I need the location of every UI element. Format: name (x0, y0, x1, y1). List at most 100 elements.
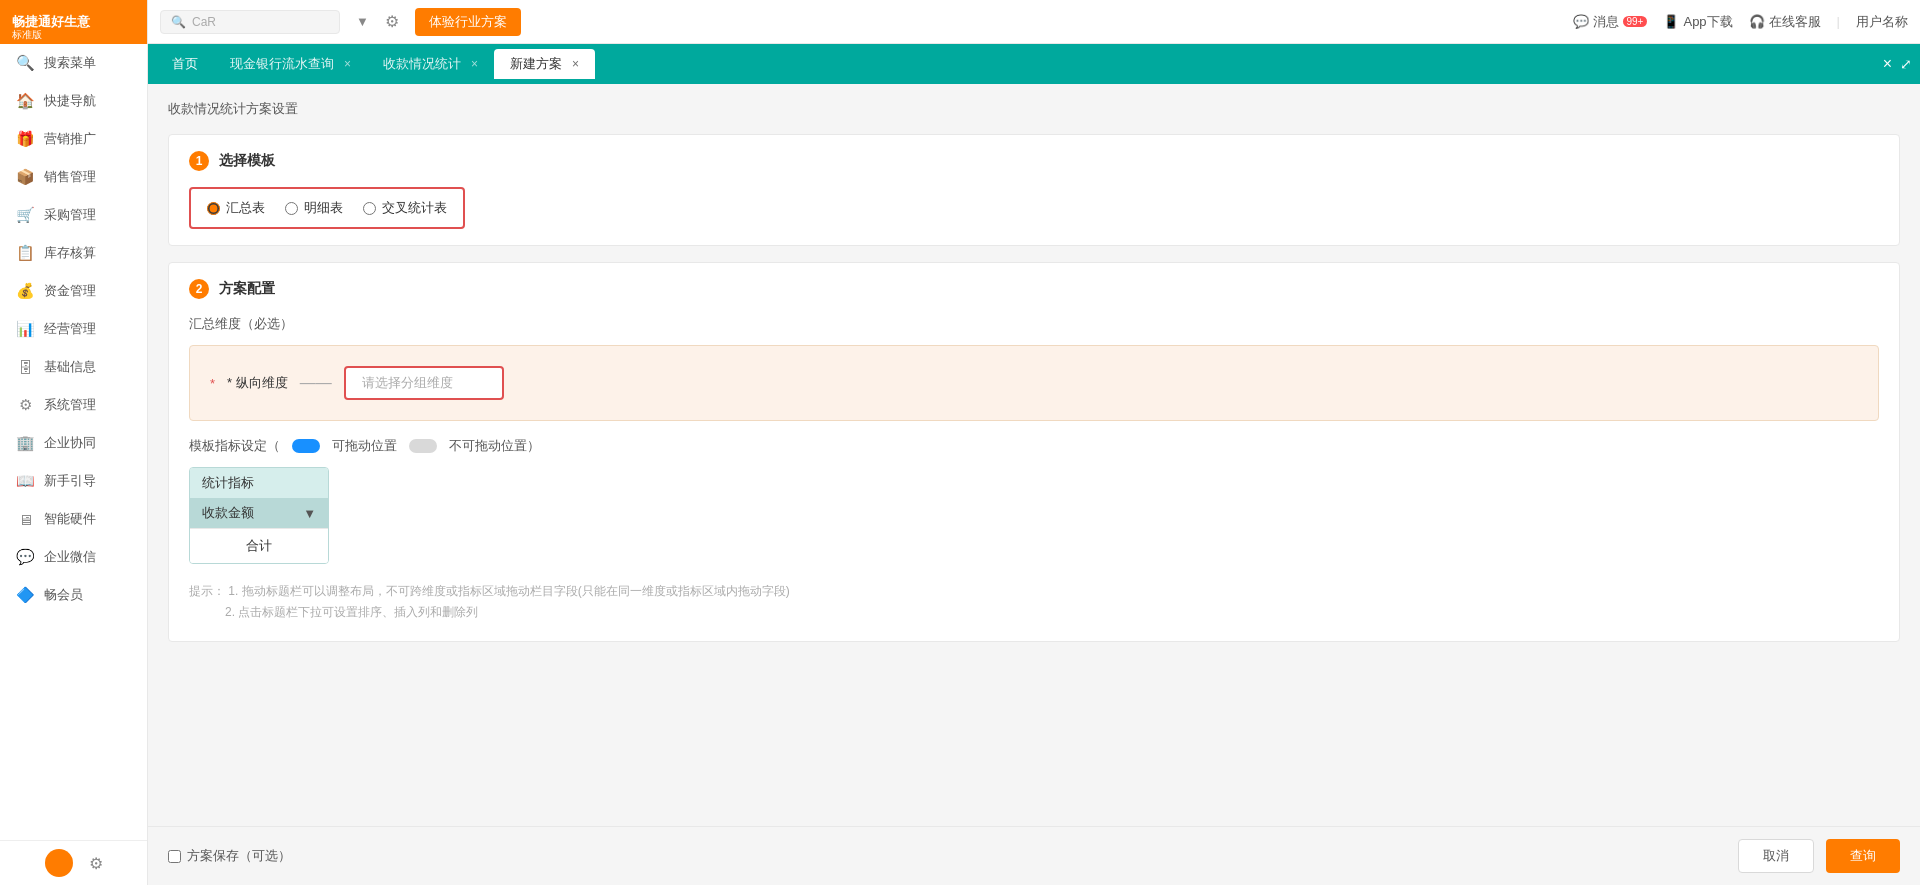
tab-new-plan[interactable]: 新建方案 × (494, 49, 595, 79)
user-name[interactable]: 用户名称 (1856, 13, 1908, 31)
logo-sub: 标准版 (12, 28, 42, 42)
tab-home[interactable]: 首页 (156, 49, 214, 79)
tab-new-plan-close[interactable]: × (572, 57, 579, 71)
sidebar-item-label: 快捷导航 (44, 92, 96, 110)
tab-bar: 首页 现金银行流水查询 × 收款情况统计 × 新建方案 × × ⤢ (148, 44, 1920, 84)
message-badge[interactable]: 💬 消息 99+ (1573, 13, 1648, 31)
basic-icon: 🗄 (16, 358, 34, 376)
service-icon: 🎧 (1749, 14, 1765, 29)
sidebar-item-finance[interactable]: 💰 资金管理 (0, 272, 147, 310)
sidebar-item-operations[interactable]: 📊 经营管理 (0, 310, 147, 348)
radio-cross[interactable]: 交叉统计表 (363, 199, 447, 217)
indicator-header: 模板指标设定（ 可拖动位置 不可拖动位置） (189, 437, 1879, 455)
radio-detail-input[interactable] (285, 202, 298, 215)
step2-header: 2 方案配置 (189, 279, 1879, 299)
sidebar-item-label: 企业协同 (44, 434, 96, 452)
save-checkbox[interactable] (168, 850, 181, 863)
sidebar-item-quick-nav[interactable]: 🏠 快捷导航 (0, 82, 147, 120)
sidebar-item-label: 营销推广 (44, 130, 96, 148)
hint-1: 提示： 1. 拖动标题栏可以调整布局，不可跨维度或指标区域拖动栏目字段(只能在同… (189, 583, 1879, 600)
dimension-row: * * 纵向维度 —— 请选择分组维度 (210, 366, 1858, 400)
radio-summary-label: 汇总表 (226, 199, 265, 217)
cart-icon: 🛒 (16, 206, 34, 224)
sidebar-item-sales[interactable]: 📦 销售管理 (0, 158, 147, 196)
hint-area: 提示： 1. 拖动标题栏可以调整布局，不可跨维度或指标区域拖动栏目字段(只能在同… (189, 583, 1879, 621)
inventory-icon: 📋 (16, 244, 34, 262)
radio-detail[interactable]: 明细表 (285, 199, 343, 217)
breadcrumb: 收款情况统计方案设置 (168, 100, 1900, 118)
message-count: 99+ (1623, 16, 1648, 27)
stats-col-label: 收款金额 (202, 504, 254, 522)
tab-cash-flow-close[interactable]: × (344, 57, 351, 71)
sidebar-item-search[interactable]: 🔍 搜索菜单 (0, 44, 147, 82)
page-content: 收款情况统计方案设置 1 选择模板 汇总表 明细表 交叉统计表 (148, 84, 1920, 826)
toggle-draggable[interactable] (292, 439, 320, 453)
tab-new-plan-label: 新建方案 (510, 55, 562, 73)
dimension-area: * * 纵向维度 —— 请选择分组维度 (189, 345, 1879, 421)
sidebar-item-label: 智能硬件 (44, 510, 96, 528)
dropdown-chevron-icon: ▼ (303, 506, 316, 521)
stats-label: 统计指标 (202, 474, 254, 492)
dim-row-label: * 纵向维度 (227, 374, 288, 392)
dropdown-arrow-icon[interactable]: ▼ (356, 14, 369, 29)
sidebar-item-hardware[interactable]: 🖥 智能硬件 (0, 500, 147, 538)
step1-header: 1 选择模板 (189, 151, 1879, 171)
sidebar-item-enterprise[interactable]: 🏢 企业协同 (0, 424, 147, 462)
radio-cross-label: 交叉统计表 (382, 199, 447, 217)
sidebar-item-wechat[interactable]: 💬 企业微信 (0, 538, 147, 576)
sidebar-settings-icon[interactable]: ⚙ (89, 854, 103, 873)
sidebar-item-marketing[interactable]: 🎁 营销推广 (0, 120, 147, 158)
save-label: 方案保存（可选） (187, 847, 291, 865)
step1-section: 1 选择模板 汇总表 明细表 交叉统计表 (168, 134, 1900, 246)
tab-cash-flow-label: 现金银行流水查询 (230, 55, 334, 73)
stats-table-header: 统计指标 (190, 468, 328, 498)
dim-required-mark: * (210, 376, 215, 391)
sidebar: 畅捷通好生意 标准版 🔍 搜索菜单 🏠 快捷导航 🎁 营销推广 📦 销售管理 🛒… (0, 0, 148, 885)
tab-home-label: 首页 (172, 55, 198, 73)
radio-summary[interactable]: 汇总表 (207, 199, 265, 217)
search-icon-top: 🔍 (171, 15, 186, 29)
stats-col-header[interactable]: 收款金额 ▼ (190, 498, 328, 528)
topbar: 🔍 CaR ▼ ⚙ 体验行业方案 💬 消息 99+ 📱 App下载 🎧 在线客服… (148, 0, 1920, 44)
sidebar-item-label: 搜索菜单 (44, 54, 96, 72)
tab-cash-flow[interactable]: 现金银行流水查询 × (214, 49, 367, 79)
query-button[interactable]: 查询 (1826, 839, 1900, 873)
cancel-button[interactable]: 取消 (1738, 839, 1814, 873)
trial-button[interactable]: 体验行业方案 (415, 8, 521, 36)
home-icon: 🏠 (16, 92, 34, 110)
indicator-title-text: 模板指标设定（ (189, 437, 280, 455)
sidebar-avatar (45, 849, 73, 877)
dim-select[interactable]: 请选择分组维度 (344, 366, 504, 400)
tab-receipt-stats[interactable]: 收款情况统计 × (367, 49, 494, 79)
gear-icon[interactable]: ⚙ (385, 12, 399, 31)
member-icon: 🔷 (16, 586, 34, 604)
radio-cross-input[interactable] (363, 202, 376, 215)
radio-detail-label: 明细表 (304, 199, 343, 217)
sidebar-item-label: 畅会员 (44, 586, 83, 604)
guide-icon: 📖 (16, 472, 34, 490)
tab-receipt-stats-close[interactable]: × (471, 57, 478, 71)
sidebar-item-member[interactable]: 🔷 畅会员 (0, 576, 147, 614)
service-btn[interactable]: 🎧 在线客服 (1749, 13, 1821, 31)
window-maximize-icon[interactable]: ⤢ (1900, 56, 1912, 72)
sidebar-item-label: 采购管理 (44, 206, 96, 224)
save-option[interactable]: 方案保存（可选） (168, 847, 291, 865)
toggle-fixed[interactable] (409, 439, 437, 453)
sidebar-item-label: 系统管理 (44, 396, 96, 414)
sidebar-item-inventory[interactable]: 📋 库存核算 (0, 234, 147, 272)
gift-icon: 🎁 (16, 130, 34, 148)
sidebar-item-guide[interactable]: 📖 新手引导 (0, 462, 147, 500)
indicator-draggable-label: 可拖动位置 (332, 437, 397, 455)
operations-icon: 📊 (16, 320, 34, 338)
sidebar-item-system[interactable]: ⚙ 系统管理 (0, 386, 147, 424)
radio-summary-input[interactable] (207, 202, 220, 215)
search-box[interactable]: 🔍 CaR (160, 10, 340, 34)
dim-arrow-icon: —— (300, 374, 332, 392)
sidebar-item-purchase[interactable]: 🛒 采购管理 (0, 196, 147, 234)
search-icon: 🔍 (16, 54, 34, 72)
wechat-icon: 💬 (16, 548, 34, 566)
sidebar-item-basic[interactable]: 🗄 基础信息 (0, 348, 147, 386)
download-btn[interactable]: 📱 App下载 (1663, 13, 1732, 31)
window-close-icon[interactable]: × (1883, 55, 1892, 73)
dimension-title: 汇总维度（必选） (189, 315, 1879, 333)
